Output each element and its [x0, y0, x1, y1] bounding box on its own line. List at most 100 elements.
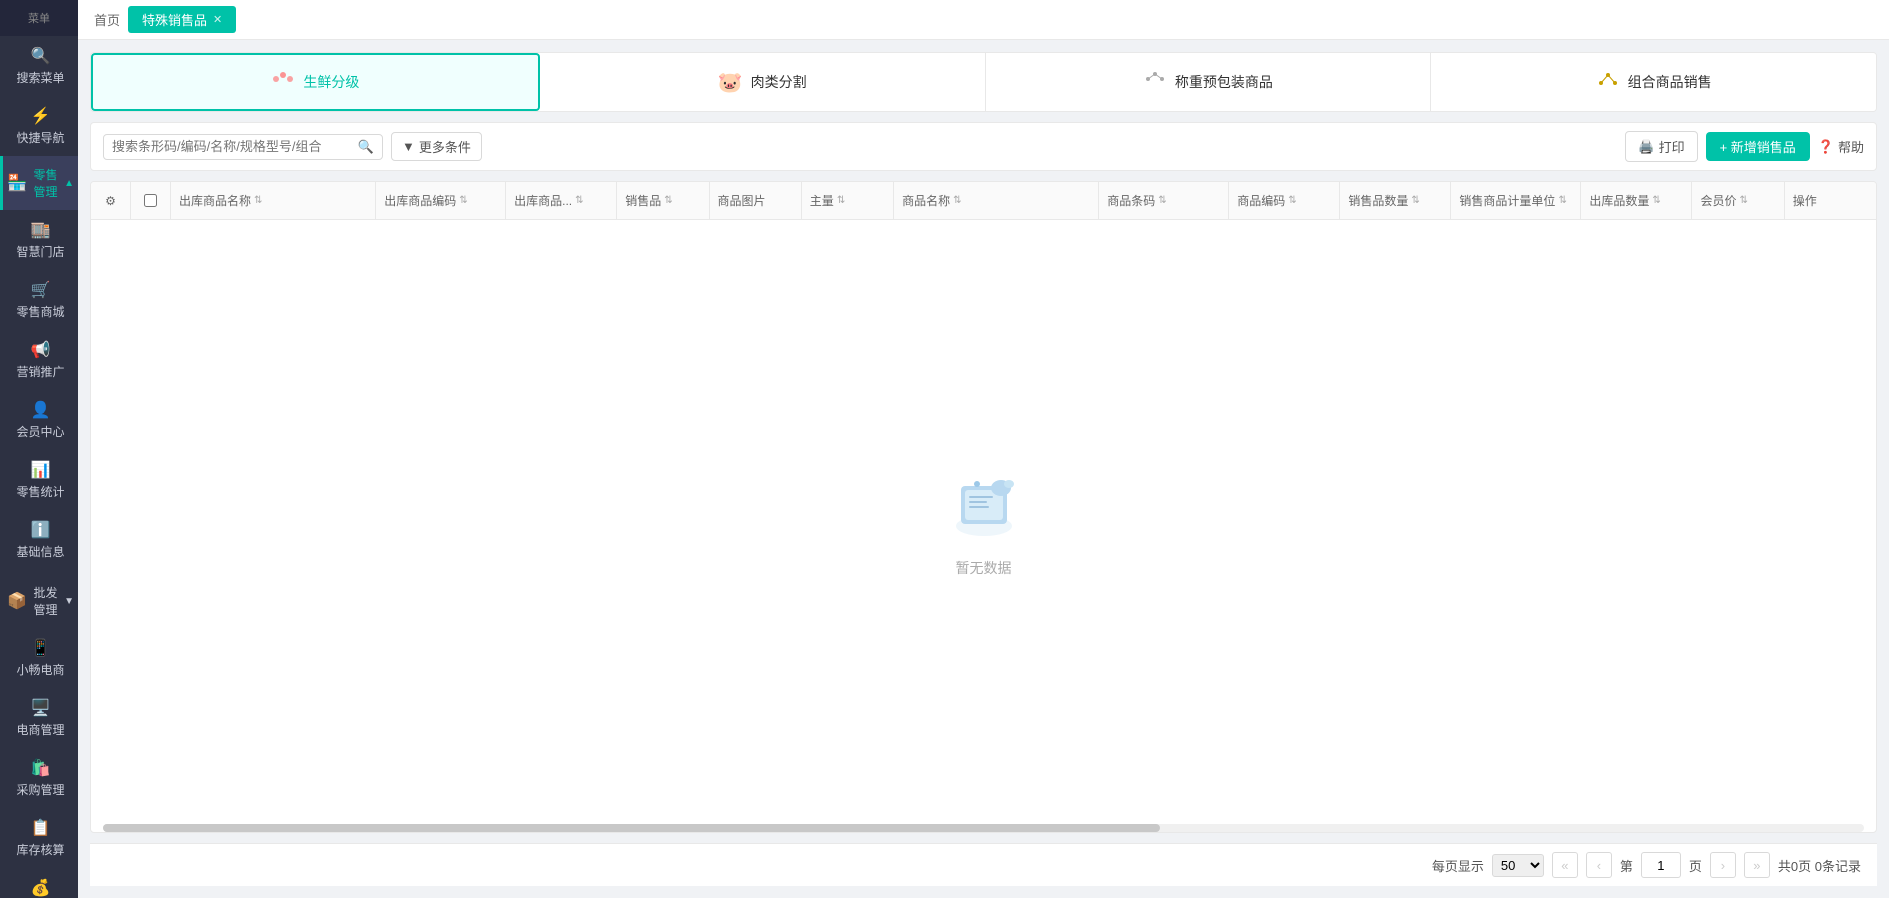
h-scrollbar-thumb[interactable] [103, 824, 1160, 832]
page-suffix-label: 页 [1689, 856, 1702, 875]
sort-icon: ⇅ [1652, 195, 1660, 206]
chevron-down-icon: ▲ [64, 178, 74, 189]
th-barcode[interactable]: 商品条码 ⇅ [1099, 182, 1229, 219]
sidebar-item-promo[interactable]: 📢 营销推广 [0, 330, 78, 390]
sort-icon: ⇅ [1739, 195, 1747, 206]
filter-button[interactable]: ▼ 更多条件 [391, 132, 482, 161]
sidebar-item-quick-nav[interactable]: ⚡ 快捷导航 [0, 96, 78, 156]
sidebar-item-label: 零售管理 [29, 166, 62, 200]
sidebar-item-basic-info[interactable]: ℹ️ 基础信息 [0, 510, 78, 570]
finance-icon: 💰 [31, 878, 51, 898]
sidebar-item-label: 电商管理 [16, 721, 64, 738]
first-page-button[interactable]: « [1552, 852, 1578, 878]
h-scrollbar[interactable] [103, 824, 1864, 832]
th-settings[interactable]: ⚙ [91, 182, 131, 219]
toolbar-right: 🖨️ 打印 + 新增销售品 ❓ 帮助 [1625, 131, 1864, 162]
print-icon: 🖨️ [1638, 139, 1654, 155]
print-button[interactable]: 🖨️ 打印 [1625, 131, 1697, 162]
table-body: 暂无数据 [91, 220, 1876, 824]
empty-illustration [939, 466, 1029, 546]
search-input[interactable] [112, 139, 354, 154]
chevron-down-icon: ▼ [64, 596, 74, 607]
cat-tab-weighing[interactable]: 称重预包装商品 [986, 53, 1432, 111]
sidebar-item-smart-store[interactable]: 🏬 智慧门店 [0, 210, 78, 270]
th-main[interactable]: 主量 ⇅ [802, 182, 894, 219]
page-area: 生鲜分级 🐷 肉类分割 称重预包装商品 组合商品销售 [78, 40, 1889, 898]
prev-page-button[interactable]: ‹ [1586, 852, 1612, 878]
th-out-spec[interactable]: 出库商品... ⇅ [506, 182, 617, 219]
cat-tab-meat-cut[interactable]: 🐷 肉类分割 [540, 53, 986, 111]
cat-tab-label: 生鲜分级 [303, 72, 359, 92]
page-label: 第 [1620, 856, 1633, 875]
basic-info-icon: ℹ️ [31, 520, 51, 540]
smart-store-icon: 🏬 [31, 220, 51, 240]
th-prod-code[interactable]: 商品编码 ⇅ [1229, 182, 1340, 219]
page-number-input[interactable] [1641, 852, 1681, 878]
active-tab-label: 特殊销售品 [142, 10, 207, 29]
th-sale-unit[interactable]: 销售商品计量单位 ⇅ [1451, 182, 1581, 219]
sidebar-item-label: 零售统计 [16, 483, 64, 500]
close-tab-icon[interactable]: ✕ [213, 13, 222, 26]
sidebar-item-retail-stats[interactable]: 📊 零售统计 [0, 450, 78, 510]
th-prod-name[interactable]: 商品名称 ⇅ [894, 182, 1099, 219]
promo-icon: 📢 [31, 340, 51, 360]
meat-cut-icon: 🐷 [718, 70, 743, 95]
empty-state: 暂无数据 [939, 466, 1029, 578]
cat-tab-fresh-grade[interactable]: 生鲜分级 [91, 53, 540, 111]
sidebar-item-finance[interactable]: 💰 资金管理 [0, 868, 78, 898]
quick-nav-icon: ⚡ [31, 106, 51, 126]
retail-stats-icon: 📊 [31, 460, 51, 480]
sidebar-item-ecom-mgmt[interactable]: 🖥️ 电商管理 [0, 688, 78, 748]
last-page-button[interactable]: » [1744, 852, 1770, 878]
sidebar-item-label: 会员中心 [16, 423, 64, 440]
sidebar-item-search-menu[interactable]: 🔍 搜索菜单 [0, 36, 78, 96]
th-member-price[interactable]: 会员价 ⇅ [1692, 182, 1784, 219]
ecom-mgmt-icon: 🖥️ [31, 698, 51, 718]
sidebar: 菜单 🔍 搜索菜单 ⚡ 快捷导航 🏪 零售管理 ▲ 🏬 智慧门店 🛒 零售商城 … [0, 0, 78, 898]
sidebar-item-wholesale[interactable]: 📦 批发管理 ▼ [0, 574, 78, 628]
sort-icon: ⇅ [1288, 195, 1296, 206]
sidebar-item-mini-ecom[interactable]: 📱 小畅电商 [0, 628, 78, 688]
th-out-qty[interactable]: 出库品数量 ⇅ [1581, 182, 1692, 219]
cat-tab-combo[interactable]: 组合商品销售 [1431, 53, 1876, 111]
retail-mgmt-icon: 🏪 [7, 173, 27, 193]
sidebar-item-label: 智慧门店 [16, 243, 64, 260]
th-out-code[interactable]: 出库商品编码 ⇅ [376, 182, 506, 219]
sidebar-item-label: 零售商城 [16, 303, 64, 320]
per-page-select[interactable]: 50 10 20 100 [1492, 854, 1544, 877]
add-sale-item-button[interactable]: + 新增销售品 [1706, 132, 1810, 161]
th-sale-qty[interactable]: 销售品数量 ⇅ [1340, 182, 1451, 219]
cat-tab-label: 组合商品销售 [1628, 72, 1712, 92]
th-out-name[interactable]: 出库商品名称 ⇅ [171, 182, 376, 219]
sidebar-item-label: 基础信息 [16, 543, 64, 560]
th-ops: 操作 [1785, 182, 1876, 219]
topbar: 首页 特殊销售品 ✕ [78, 0, 1889, 40]
select-all-checkbox[interactable] [144, 194, 157, 207]
toolbar: 🔍 ▼ 更多条件 🖨️ 打印 + 新增销售品 ❓ 帮助 [90, 122, 1877, 171]
active-tab[interactable]: 特殊销售品 ✕ [128, 6, 236, 33]
weighing-icon [1143, 69, 1167, 95]
sidebar-item-members[interactable]: 👤 会员中心 [0, 390, 78, 450]
sidebar-item-retail-mall[interactable]: 🛒 零售商城 [0, 270, 78, 330]
members-icon: 👤 [31, 400, 51, 420]
category-tabs: 生鲜分级 🐷 肉类分割 称重预包装商品 组合商品销售 [90, 52, 1877, 112]
home-link[interactable]: 首页 [94, 10, 120, 29]
th-checkbox[interactable] [131, 182, 171, 219]
sidebar-item-purchase[interactable]: 🛍️ 采购管理 [0, 748, 78, 808]
sort-icon: ⇅ [1411, 195, 1419, 206]
th-sale-item[interactable]: 销售品 ⇅ [617, 182, 709, 219]
search-icon: 🔍 [358, 139, 374, 155]
sidebar-item-label: 小畅电商 [16, 661, 64, 678]
sidebar-item-retail-mgmt[interactable]: 🏪 零售管理 ▲ [0, 156, 78, 210]
sort-icon: ⇅ [459, 195, 467, 206]
search-box[interactable]: 🔍 [103, 134, 383, 160]
sidebar-item-label: 库存核算 [16, 841, 64, 858]
filter-icon: ▼ [402, 139, 415, 154]
wholesale-icon: 📦 [7, 591, 27, 611]
combo-icon [1596, 69, 1620, 95]
help-button[interactable]: ❓ 帮助 [1818, 137, 1864, 156]
sidebar-item-label: 采购管理 [16, 781, 64, 798]
th-img: 商品图片 [710, 182, 802, 219]
sidebar-item-inventory[interactable]: 📋 库存核算 [0, 808, 78, 868]
next-page-button[interactable]: › [1710, 852, 1736, 878]
